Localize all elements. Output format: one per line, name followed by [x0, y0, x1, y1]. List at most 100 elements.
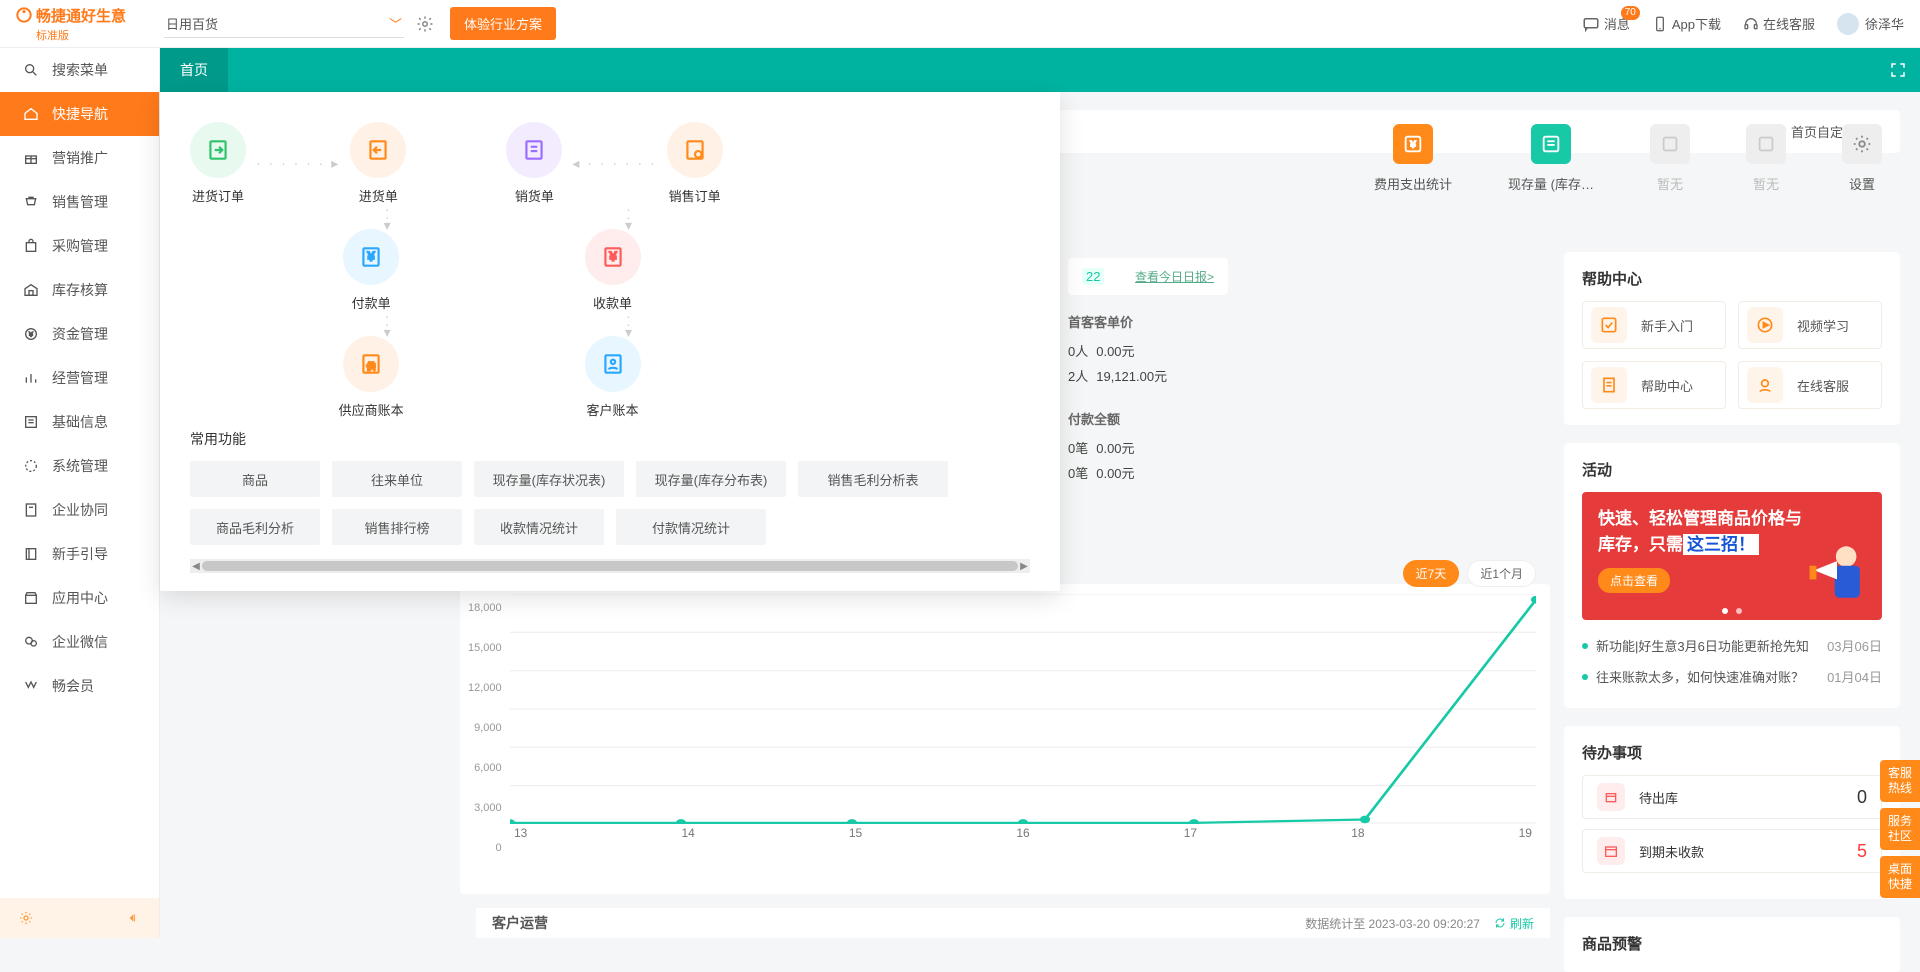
- sidebar-item-member[interactable]: 畅会员: [0, 664, 159, 708]
- help-newbie[interactable]: 新手入门: [1582, 301, 1726, 349]
- sidebar-item-operation[interactable]: 经营管理: [0, 356, 159, 400]
- sidebar-item-search[interactable]: 搜索菜单: [0, 48, 159, 92]
- try-industry-button[interactable]: 体验行业方案: [450, 7, 556, 40]
- sidebar-item-basicinfo[interactable]: 基础信息: [0, 400, 159, 444]
- news-item[interactable]: 新功能|好生意3月6日功能更新抢先知03月06日: [1582, 630, 1882, 661]
- tab-home[interactable]: 首页: [160, 48, 228, 92]
- view-daily-report-link[interactable]: 查看今日日报>: [1135, 268, 1214, 285]
- brand-logo: 畅捷通好生意 标准版: [16, 5, 160, 43]
- user-menu[interactable]: 徐泽华: [1837, 13, 1904, 35]
- empty-icon: [1650, 124, 1690, 164]
- coin-icon: ¥: [22, 325, 40, 343]
- app-download-button[interactable]: App下载: [1652, 14, 1721, 33]
- message-count-badge: 70: [1621, 6, 1640, 20]
- sidebar-item-collab[interactable]: 企业协同: [0, 488, 159, 532]
- chip-product-profit[interactable]: 商品毛利分析: [190, 509, 320, 545]
- help-video[interactable]: 视频学习: [1738, 301, 1882, 349]
- chip-receive-stats[interactable]: 收款情况统计: [474, 509, 604, 545]
- chip-stock-dist[interactable]: 现存量(库存分布表): [636, 461, 786, 497]
- chart-x-axis: 13141516171819: [510, 824, 1536, 840]
- float-hotline[interactable]: 客服热线: [1880, 760, 1920, 802]
- check-icon: [1591, 307, 1627, 343]
- collapse-icon[interactable]: [123, 911, 141, 925]
- float-desktop[interactable]: 桌面快捷: [1880, 856, 1920, 898]
- messages-button[interactable]: 消息 70: [1582, 14, 1630, 33]
- shortcut-expense[interactable]: ¥费用支出统计: [1374, 124, 1452, 193]
- chart-icon: [22, 369, 40, 387]
- customer-ledger-icon: [585, 336, 641, 392]
- node-supplier-ledger[interactable]: 供供应商账本: [336, 336, 406, 419]
- sidebar-item-marketing[interactable]: 营销推广: [0, 136, 159, 180]
- purchase-order-icon: [190, 122, 246, 178]
- flow-dots-icon: ··▾: [534, 205, 722, 229]
- sidebar-item-inventory[interactable]: 库存核算: [0, 268, 159, 312]
- topbar: 畅捷通好生意 标准版 日用百货 ﹀ 体验行业方案 消息 70 App下载: [0, 0, 1920, 48]
- chip-partner[interactable]: 往来单位: [332, 461, 462, 497]
- float-community[interactable]: 服务社区: [1880, 808, 1920, 850]
- sidebar: 搜索菜单 快捷导航 营销推广 销售管理 采购管理 库存核算 ¥资金管理 经营管理…: [0, 48, 160, 938]
- gear-icon: [1842, 124, 1882, 164]
- promo-banner[interactable]: 快速、轻松管理商品价格与 库存，只需这三招！ 点击查看: [1582, 492, 1882, 620]
- refresh-button[interactable]: 刷新: [1494, 915, 1534, 932]
- message-icon: [1582, 15, 1600, 33]
- node-customer-ledger[interactable]: 客户账本: [502, 336, 722, 419]
- fullscreen-icon[interactable]: [1876, 48, 1920, 92]
- node-purchase-bill[interactable]: 进货单: [350, 122, 406, 205]
- home-icon: [22, 105, 40, 123]
- shortcut-stock[interactable]: 现存量 (库存…: [1508, 124, 1594, 193]
- help-service[interactable]: 在线客服: [1738, 361, 1882, 409]
- flow-dots-icon: ◂ · · · · · ·: [572, 155, 656, 172]
- node-sales-bill[interactable]: 销货单: [506, 122, 562, 205]
- chip-sales-rank[interactable]: 销售排行榜: [332, 509, 462, 545]
- node-purchase-order[interactable]: 进货订单: [190, 122, 246, 205]
- sidebar-item-wecom[interactable]: 企业微信: [0, 620, 159, 664]
- chart-tab-7d[interactable]: 近7天: [1403, 560, 1460, 587]
- sidebar-item-guide[interactable]: 新手引导: [0, 532, 159, 576]
- chevron-down-icon: ﹀: [389, 14, 402, 33]
- help-center[interactable]: 帮助中心: [1582, 361, 1726, 409]
- sidebar-item-apps[interactable]: 应用中心: [0, 576, 159, 620]
- brand-icon: [16, 7, 32, 23]
- category-select[interactable]: 日用百货 ﹀: [164, 10, 404, 38]
- todo-title: 待办事项: [1582, 742, 1882, 763]
- calendar-icon: [1597, 837, 1625, 865]
- todo-overdue[interactable]: 到期未收款5: [1582, 829, 1882, 873]
- node-sales-order[interactable]: 销售订单: [667, 122, 723, 205]
- chip-stock-status[interactable]: 现存量(库存状况表): [474, 461, 624, 497]
- help-center-title: 帮助中心: [1582, 268, 1882, 289]
- promo-illustration: [1802, 536, 1872, 616]
- shortcut-empty-2[interactable]: 暂无: [1746, 124, 1786, 193]
- shortcut-empty-1[interactable]: 暂无: [1650, 124, 1690, 193]
- todo-outbound[interactable]: 待出库0: [1582, 775, 1882, 819]
- store-icon: [22, 589, 40, 607]
- daily-brief-card: 22 查看今日日报>: [1068, 258, 1228, 295]
- wechat-icon: [22, 633, 40, 651]
- online-service-button[interactable]: 在线客服: [1743, 14, 1815, 33]
- node-receive-bill[interactable]: ¥收款单: [502, 229, 722, 312]
- customer-ops-card: 客户运营 数据统计至 2023-03-20 09:20:27 刷新: [476, 908, 1550, 938]
- data-timestamp: 数据统计至 2023-03-20 09:20:27: [1305, 915, 1480, 932]
- gear-icon[interactable]: [416, 15, 434, 33]
- chip-sales-profit[interactable]: 销售毛利分析表: [798, 461, 948, 497]
- promo-button[interactable]: 点击查看: [1598, 568, 1670, 593]
- shortcut-settings[interactable]: 设置: [1842, 124, 1882, 193]
- scroll-right-icon[interactable]: ▶: [1018, 559, 1030, 573]
- node-pay-bill[interactable]: ¥付款单: [336, 229, 406, 312]
- scroll-thumb[interactable]: [202, 561, 1018, 571]
- chip-pay-stats[interactable]: 付款情况统计: [616, 509, 766, 545]
- news-item[interactable]: 往来账款太多，如何快速准确对账？01月04日: [1582, 661, 1882, 692]
- chart-tab-1m[interactable]: 近1个月: [1467, 560, 1536, 587]
- sidebar-item-purchase[interactable]: 采购管理: [0, 224, 159, 268]
- list-icon: [22, 413, 40, 431]
- headset-icon: [1747, 367, 1783, 403]
- sidebar-item-system[interactable]: 系统管理: [0, 444, 159, 488]
- sidebar-item-quicknav[interactable]: 快捷导航: [0, 92, 159, 136]
- svg-text:¥: ¥: [29, 332, 33, 339]
- play-icon: [1747, 307, 1783, 343]
- settings-small-icon[interactable]: [18, 910, 34, 926]
- chip-product[interactable]: 商品: [190, 461, 320, 497]
- sidebar-item-sales[interactable]: 销售管理: [0, 180, 159, 224]
- panel-scrollbar[interactable]: ◀ ▶: [190, 559, 1030, 573]
- sidebar-item-finance[interactable]: ¥资金管理: [0, 312, 159, 356]
- scroll-left-icon[interactable]: ◀: [190, 559, 202, 573]
